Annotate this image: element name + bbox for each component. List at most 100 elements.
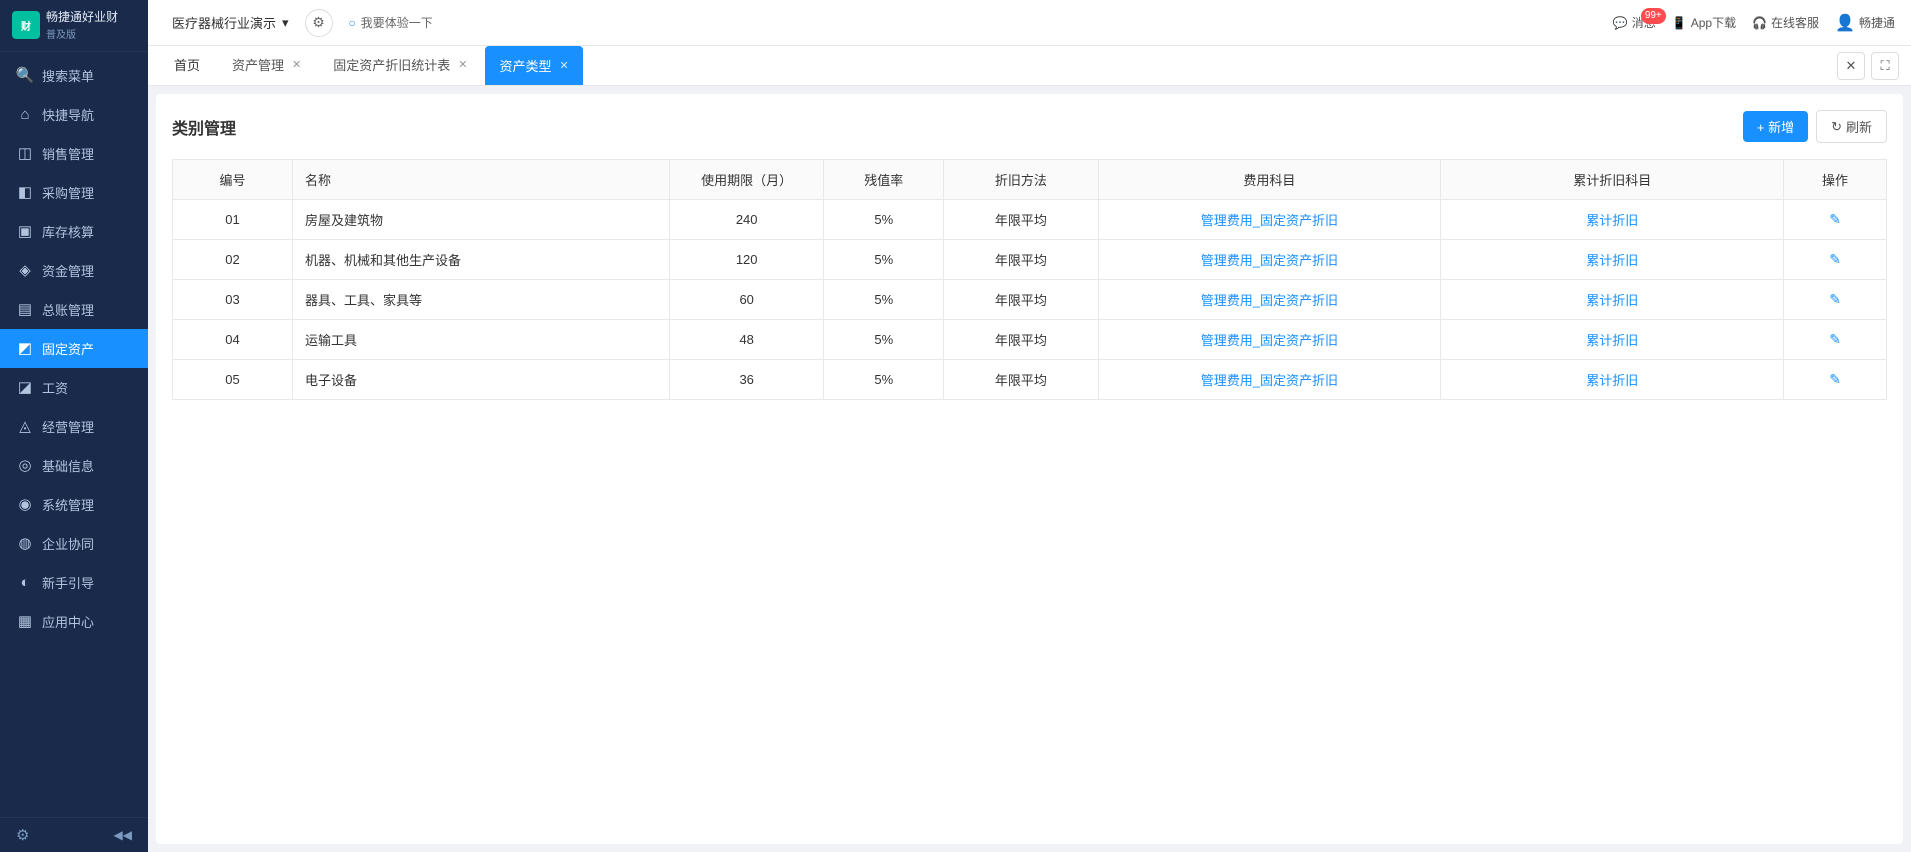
tab-close-asset-mgmt[interactable]: ✕ xyxy=(292,58,301,71)
chevron-down-icon: ▾ xyxy=(282,15,289,31)
sidebar-item-enterprise[interactable]: ◍ 企业协同 xyxy=(0,524,148,563)
sidebar-item-label: 经营管理 xyxy=(42,417,94,436)
trial-button[interactable]: ○ 我要体验一下 xyxy=(349,14,433,31)
sidebar-item-sales[interactable]: ◫ 销售管理 xyxy=(0,134,148,173)
topbar-right: 💬 消息 99+ 📱 App下载 🎧 在线客服 👤 畅捷通 xyxy=(1613,13,1895,33)
accum-link[interactable]: 累计折旧 xyxy=(1586,293,1638,308)
user-button[interactable]: 👤 畅捷通 xyxy=(1835,13,1895,33)
sidebar-item-quicknav[interactable]: ⌂ 快捷导航 xyxy=(0,95,148,134)
appcenter-icon: ▦ xyxy=(16,612,34,630)
cell-residual: 5% xyxy=(824,280,944,320)
basicinfo-icon: ◎ xyxy=(16,456,34,474)
sidebar-item-operations[interactable]: ◬ 经营管理 xyxy=(0,407,148,446)
sidebar: 财 畅捷通好业财 普及版 🔍 搜索菜单 ⌂ 快捷导航 ◫ 销售管理 ◧ 采购管理… xyxy=(0,0,148,852)
message-badge: 99+ xyxy=(1641,8,1666,24)
cell-period: 36 xyxy=(670,360,824,400)
tab-asset-type[interactable]: 资产类型 ✕ xyxy=(485,46,582,85)
sidebar-item-salary[interactable]: ◪ 工资 xyxy=(0,368,148,407)
refresh-label: 刷新 xyxy=(1846,117,1872,136)
cell-period: 240 xyxy=(670,200,824,240)
cell-name: 运输工具 xyxy=(292,320,669,360)
sidebar-item-sysconfig[interactable]: ◉ 系统管理 xyxy=(0,485,148,524)
accum-link[interactable]: 累计折旧 xyxy=(1586,333,1638,348)
tab-close-asset-type[interactable]: ✕ xyxy=(560,59,569,72)
edit-icon[interactable]: ✎ xyxy=(1829,291,1841,307)
close-tab-btn[interactable]: ✕ xyxy=(1837,52,1865,80)
category-table: 编号 名称 使用期限（月） 残值率 折旧方法 费用科目 累计折旧科目 操作 01… xyxy=(172,159,1887,400)
expand-icon: ⛶ xyxy=(1880,58,1889,74)
collapse-icon[interactable]: ◀◀ xyxy=(114,828,132,842)
tab-fixed-asset-table-label: 固定资产折旧统计表 xyxy=(333,55,450,74)
main-area: 医疗器械行业演示 ▾ ⚙ ○ 我要体验一下 💬 消息 99+ 📱 App下载 🎧… xyxy=(148,0,1911,852)
sidebar-item-appcenter[interactable]: ▦ 应用中心 xyxy=(0,602,148,641)
cell-method: 年限平均 xyxy=(944,200,1098,240)
edit-icon[interactable]: ✎ xyxy=(1829,211,1841,227)
cell-expense: 管理费用_固定资产折旧 xyxy=(1098,360,1441,400)
cell-name: 器具、工具、家具等 xyxy=(292,280,669,320)
table-row: 02 机器、机械和其他生产设备 120 5% 年限平均 管理费用_固定资产折旧 … xyxy=(173,240,1887,280)
table-row: 04 运输工具 48 5% 年限平均 管理费用_固定资产折旧 累计折旧 ✎ xyxy=(173,320,1887,360)
cell-accum: 累计折旧 xyxy=(1441,200,1784,240)
cell-period: 60 xyxy=(670,280,824,320)
refresh-button[interactable]: ↻ 刷新 xyxy=(1816,110,1887,143)
expense-link[interactable]: 管理费用_固定资产折旧 xyxy=(1201,293,1338,308)
col-header-method: 折旧方法 xyxy=(944,160,1098,200)
cell-method: 年限平均 xyxy=(944,280,1098,320)
settings-button[interactable]: ⚙ xyxy=(305,9,333,37)
tab-close-fixed-asset-table[interactable]: ✕ xyxy=(458,58,467,71)
service-button[interactable]: 🎧 在线客服 xyxy=(1752,14,1819,31)
phone-icon: 📱 xyxy=(1672,16,1687,30)
sidebar-item-guide[interactable]: ◐ 新手引导 xyxy=(0,563,148,602)
col-header-name: 名称 xyxy=(292,160,669,200)
module-name: 医疗器械行业演示 xyxy=(172,13,276,32)
expense-link[interactable]: 管理费用_固定资产折旧 xyxy=(1201,213,1338,228)
app-download-button[interactable]: 📱 App下载 xyxy=(1672,14,1736,31)
expense-link[interactable]: 管理费用_固定资产折旧 xyxy=(1201,373,1338,388)
edit-icon[interactable]: ✎ xyxy=(1829,251,1841,267)
tab-asset-type-label: 资产类型 xyxy=(499,56,551,75)
cell-method: 年限平均 xyxy=(944,320,1098,360)
salary-icon: ◪ xyxy=(16,378,34,396)
accum-link[interactable]: 累计折旧 xyxy=(1586,253,1638,268)
message-button[interactable]: 💬 消息 99+ xyxy=(1613,14,1656,31)
expense-link[interactable]: 管理费用_固定资产折旧 xyxy=(1201,333,1338,348)
cell-residual: 5% xyxy=(824,200,944,240)
enterprise-icon: ◍ xyxy=(16,534,34,552)
headset-icon: 🎧 xyxy=(1752,16,1767,30)
cell-code: 03 xyxy=(173,280,293,320)
sidebar-item-label: 库存核算 xyxy=(42,222,94,241)
sidebar-item-search[interactable]: 🔍 搜索菜单 xyxy=(0,56,148,95)
tab-asset-mgmt[interactable]: 资产管理 ✕ xyxy=(218,46,315,85)
col-header-code: 编号 xyxy=(173,160,293,200)
accum-link[interactable]: 累计折旧 xyxy=(1586,373,1638,388)
cell-method: 年限平均 xyxy=(944,240,1098,280)
cell-name: 电子设备 xyxy=(292,360,669,400)
accum-link[interactable]: 累计折旧 xyxy=(1586,213,1638,228)
home-label: 首页 xyxy=(174,55,200,74)
refresh-icon: ↻ xyxy=(1831,119,1842,135)
expense-link[interactable]: 管理费用_固定资产折旧 xyxy=(1201,253,1338,268)
tab-home[interactable]: 首页 xyxy=(160,46,214,85)
edit-icon[interactable]: ✎ xyxy=(1829,331,1841,347)
module-selector[interactable]: 医疗器械行业演示 ▾ xyxy=(164,9,297,36)
cell-period: 48 xyxy=(670,320,824,360)
new-button[interactable]: + 新增 xyxy=(1743,111,1808,142)
sidebar-item-basicinfo[interactable]: ◎ 基础信息 xyxy=(0,446,148,485)
ledger-icon: ▤ xyxy=(16,300,34,318)
sidebar-item-purchase[interactable]: ◧ 采购管理 xyxy=(0,173,148,212)
col-header-residual: 残值率 xyxy=(824,160,944,200)
expand-tab-btn[interactable]: ⛶ xyxy=(1871,52,1899,80)
content-header: 类别管理 + 新增 ↻ 刷新 xyxy=(172,110,1887,143)
sidebar-item-capital[interactable]: ◈ 资金管理 xyxy=(0,251,148,290)
cell-code: 02 xyxy=(173,240,293,280)
edit-icon[interactable]: ✎ xyxy=(1829,371,1841,387)
settings-footer-icon[interactable]: ⚙ xyxy=(16,826,29,844)
sidebar-item-ledger[interactable]: ▤ 总账管理 xyxy=(0,290,148,329)
operations-icon: ◬ xyxy=(16,417,34,435)
sidebar-nav: 🔍 搜索菜单 ⌂ 快捷导航 ◫ 销售管理 ◧ 采购管理 ▣ 库存核算 ◈ 资金管… xyxy=(0,52,148,817)
table-header-row: 编号 名称 使用期限（月） 残值率 折旧方法 费用科目 累计折旧科目 操作 xyxy=(173,160,1887,200)
sidebar-item-fixedasset[interactable]: ◩ 固定资产 xyxy=(0,329,148,368)
content-area: 类别管理 + 新增 ↻ 刷新 编号 名称 使用期限（月） 残值率 折旧方法 费用… xyxy=(156,94,1903,844)
tab-fixed-asset-table[interactable]: 固定资产折旧统计表 ✕ xyxy=(319,46,481,85)
sidebar-item-inventory[interactable]: ▣ 库存核算 xyxy=(0,212,148,251)
